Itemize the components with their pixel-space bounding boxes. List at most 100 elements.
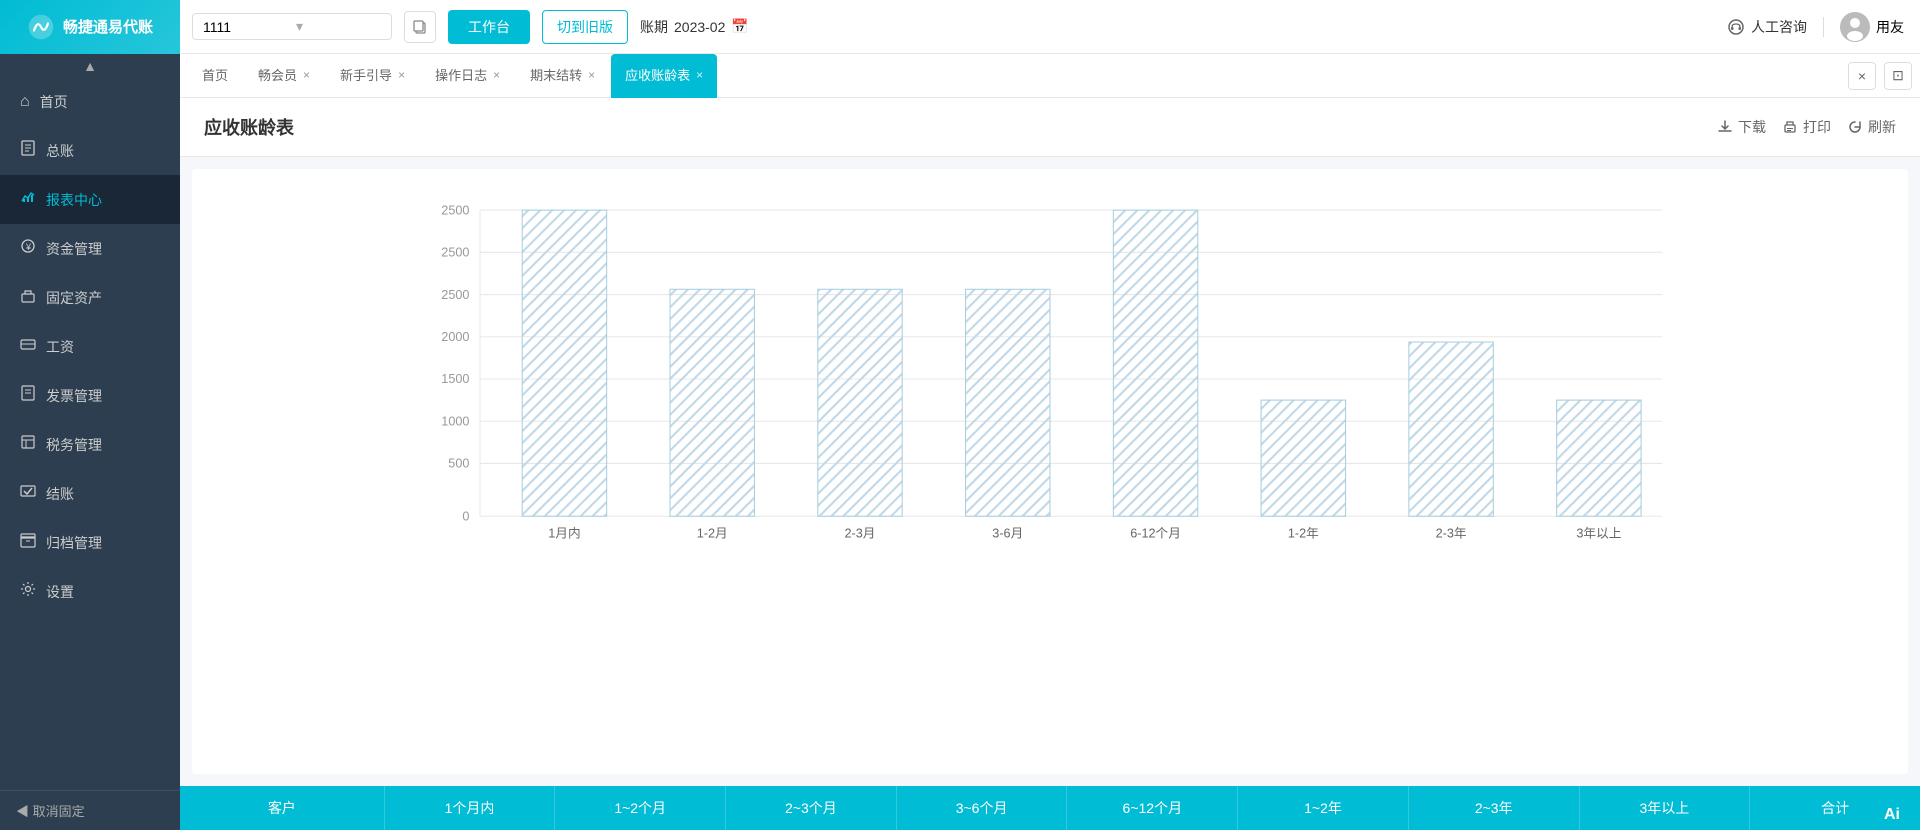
switch-old-button[interactable]: 切到旧版 [542,10,628,44]
tab-member[interactable]: 畅会员 × [244,54,324,98]
logo-icon [27,13,55,41]
tab-period-end[interactable]: 期末结转 × [516,54,609,98]
copy-icon-btn[interactable] [404,11,436,43]
ai-badge[interactable]: Ai [1864,800,1920,830]
sidebar-item-salary[interactable]: 工资 [0,322,180,371]
tab-close-icon[interactable]: × [588,69,595,81]
expand-tab-button[interactable]: ⊡ [1884,62,1912,90]
tabs-bar: 首页 畅会员 × 新手引导 × 操作日志 × 期末结转 × 应收账龄表 × [180,54,1920,98]
home-icon: ⌂ [20,93,30,111]
tabs-actions: × ⊡ [1848,62,1912,90]
svg-text:1500: 1500 [441,372,469,386]
period-value: 2023-02 [674,19,725,35]
tab-label: 畅会员 [258,65,297,84]
tab-guide[interactable]: 新手引导 × [326,54,419,98]
user-avatar-icon [1840,12,1870,42]
tab-label: 应收账龄表 [625,65,690,84]
invoice-icon [20,385,36,406]
svg-text:2000: 2000 [441,330,469,344]
refresh-button[interactable]: 刷新 [1847,117,1896,137]
sidebar-item-tax[interactable]: 税务管理 [0,420,180,469]
tab-home[interactable]: 首页 [188,54,242,98]
sidebar-item-label: 归档管理 [46,533,102,553]
logo-text: 畅捷通易代账 [63,16,153,37]
refresh-label: 刷新 [1868,117,1896,137]
reports-icon [20,189,36,210]
sidebar-item-label: 工资 [46,337,74,357]
sidebar-item-assets[interactable]: 固定资产 [0,273,180,322]
tab-close-icon[interactable]: × [303,69,310,81]
th-2-3months: 2~3个月 [726,786,897,830]
sidebar-scroll-up[interactable]: ▲ [0,54,180,78]
sidebar-item-funds[interactable]: ¥ 资金管理 [0,224,180,273]
th-3plus-years: 3年以上 [1580,786,1751,830]
svg-text:1月内: 1月内 [548,526,580,540]
page-header: 应收账龄表 下载 [180,98,1920,157]
th-2-3years: 2~3年 [1409,786,1580,830]
svg-text:¥: ¥ [25,242,32,252]
sidebar: ▲ ⌂ 首页 总账 报表中心 ¥ 资金管理 固定资产 [0,54,180,830]
sidebar-item-invoice[interactable]: 发票管理 [0,371,180,420]
consult-button[interactable]: 人工咨询 [1727,17,1807,37]
sidebar-item-reports[interactable]: 报表中心 [0,175,180,224]
svg-text:1000: 1000 [441,414,469,428]
svg-text:1-2月: 1-2月 [697,526,728,540]
tab-label: 首页 [202,65,228,84]
sidebar-item-label: 固定资产 [46,288,102,308]
download-icon [1717,119,1733,135]
svg-text:500: 500 [448,457,469,471]
tab-close-icon[interactable]: × [493,69,500,81]
content-area: 首页 畅会员 × 新手引导 × 操作日志 × 期末结转 × 应收账龄表 × [180,54,1920,830]
company-name: 1111 [203,19,288,35]
user-area[interactable]: 用友 [1840,12,1904,42]
tab-oplog[interactable]: 操作日志 × [421,54,514,98]
sidebar-item-archive[interactable]: 归档管理 [0,518,180,567]
svg-text:3-6月: 3-6月 [992,526,1023,540]
th-3-6months: 3~6个月 [897,786,1068,830]
copy-icon [412,19,428,35]
salary-icon [20,336,36,357]
download-button[interactable]: 下载 [1717,117,1766,137]
sidebar-item-checkout[interactable]: 结账 [0,469,180,518]
calendar-icon[interactable]: 📅 [731,18,748,35]
tab-close-icon[interactable]: × [398,69,405,81]
settings-icon [20,581,36,602]
table-header-bar: 客户 1个月内 1~2个月 2~3个月 3~6个月 6~12个月 [180,786,1920,830]
sidebar-item-ledger[interactable]: 总账 [0,126,180,175]
tab-label: 新手引导 [340,65,392,84]
th-1month: 1个月内 [385,786,556,830]
tab-aging[interactable]: 应收账龄表 × [611,54,717,98]
sidebar-item-label: 结账 [46,484,74,504]
print-button[interactable]: 打印 [1782,117,1831,137]
sidebar-item-label: 报表中心 [46,190,102,210]
tab-close-icon[interactable]: × [696,69,703,81]
svg-text:1-2年: 1-2年 [1288,526,1319,540]
sidebar-item-label: 发票管理 [46,386,102,406]
avatar [1840,12,1870,42]
company-selector[interactable]: 1111 ▾ [192,13,392,40]
sidebar-item-label: 税务管理 [46,435,102,455]
th-1-2years: 1~2年 [1238,786,1409,830]
logo-area: 畅捷通易代账 [0,0,180,54]
sidebar-item-home[interactable]: ⌂ 首页 [0,78,180,126]
period-label: 账期 [640,17,668,37]
svg-text:6-12个月: 6-12个月 [1130,526,1181,540]
tax-icon [20,434,36,455]
user-name: 用友 [1876,17,1904,37]
close-tab-button[interactable]: × [1848,62,1876,90]
sidebar-item-settings[interactable]: 设置 [0,567,180,616]
tab-label: 期末结转 [530,65,582,84]
cancel-fixed-btn[interactable]: ◀ 取消固定 [0,790,180,830]
header-right: 人工咨询 用友 [1727,12,1904,42]
sidebar-item-label: 资金管理 [46,239,102,259]
svg-text:2500: 2500 [441,246,469,260]
workbench-button[interactable]: 工作台 [448,10,530,44]
svg-text:2500: 2500 [441,288,469,302]
th-customer: 客户 [180,786,385,830]
tab-label: 操作日志 [435,65,487,84]
th-1-2months: 1~2个月 [555,786,726,830]
svg-text:3年以上: 3年以上 [1576,526,1621,540]
top-header: 畅捷通易代账 1111 ▾ 工作台 切到旧版 账期 2023-02 📅 人工咨询 [0,0,1920,54]
page-actions: 下载 打印 [1717,117,1896,137]
svg-text:0: 0 [462,509,469,523]
